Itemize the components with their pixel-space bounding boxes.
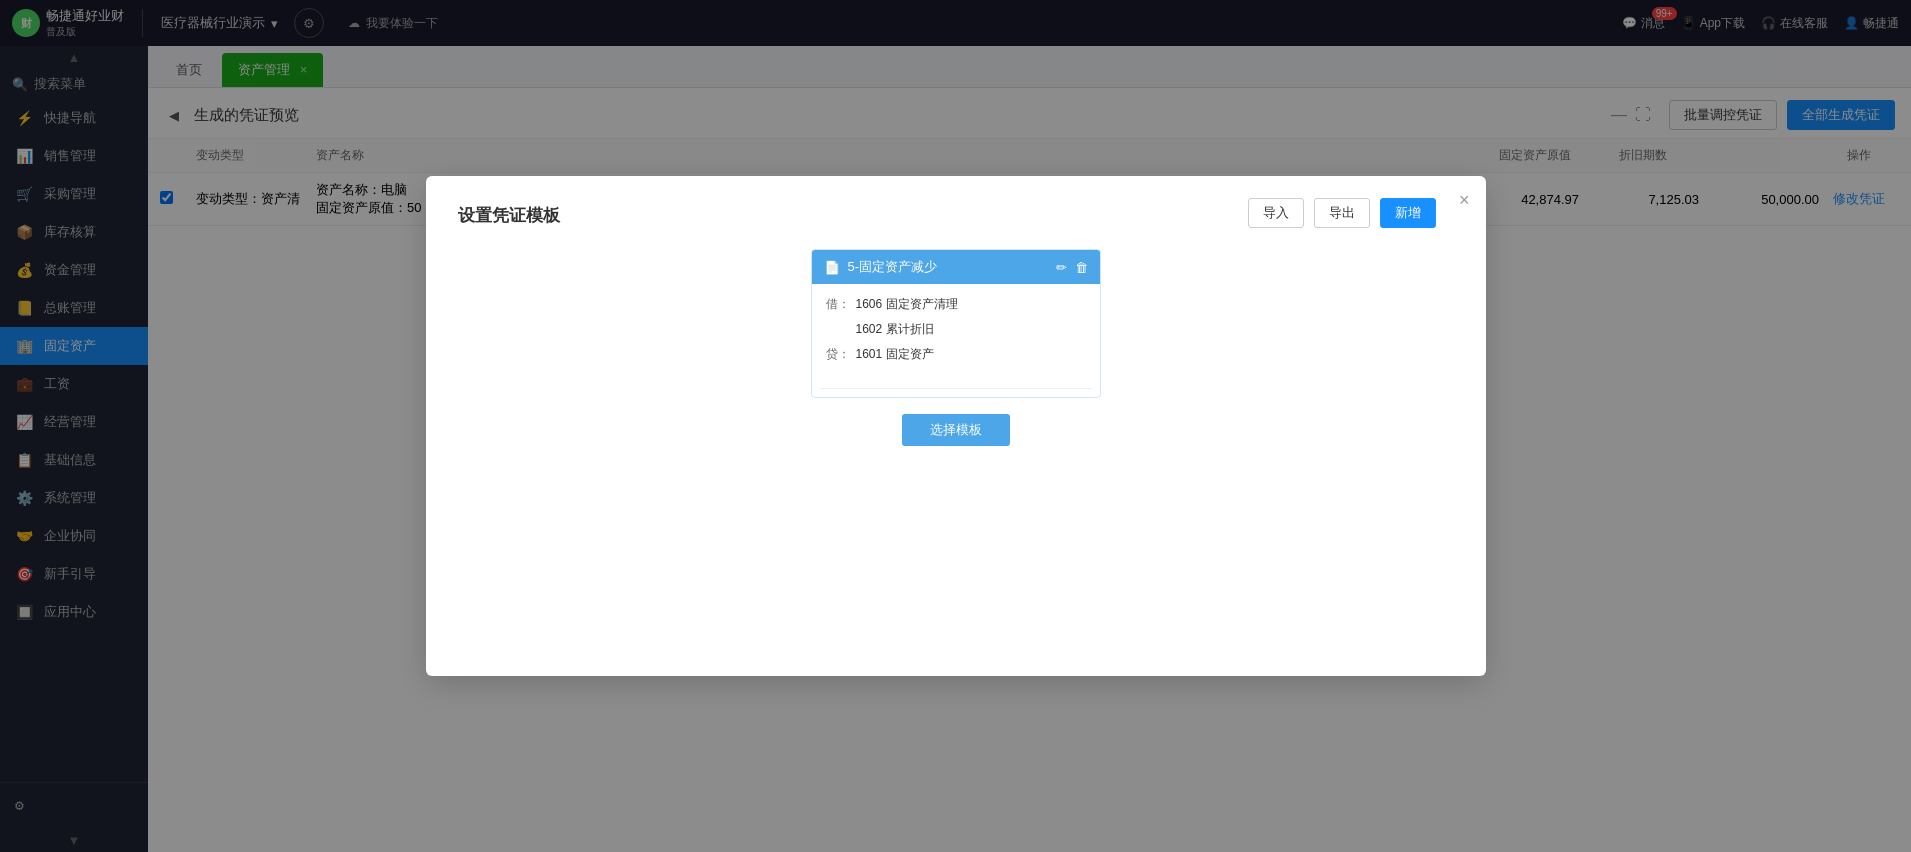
template-body: 借： 1606 固定资产清理 1602 累计折旧 贷： [812, 284, 1100, 397]
template-entry-3: 贷： 1601 固定资产 [820, 342, 1092, 367]
amount-col6 [1026, 346, 1086, 363]
modal-actions: 导入 导出 新增 [1248, 198, 1436, 228]
amount-col2 [1026, 296, 1086, 313]
modal-body: 📄 5-固定资产减少 ✏ 🗑 借： 1606 固定资产清理 [458, 249, 1454, 644]
template-list: 📄 5-固定资产减少 ✏ 🗑 借： 1606 固定资产清理 [458, 249, 1454, 644]
export-button[interactable]: 导出 [1314, 198, 1370, 228]
account-1602: 1602 累计折旧 [856, 321, 966, 338]
modal-close-button[interactable]: × [1459, 190, 1470, 211]
amount-col1 [966, 296, 1026, 313]
new-template-button[interactable]: 新增 [1380, 198, 1436, 228]
template-entry-1: 借： 1606 固定资产清理 [820, 292, 1092, 317]
amount-col5 [966, 346, 1026, 363]
modal-overlay[interactable]: × 设置凭证模板 导入 导出 新增 📄 5-固定资产减少 ✏ 🗑 [0, 0, 1911, 852]
template-card-header: 📄 5-固定资产减少 ✏ 🗑 [812, 250, 1100, 284]
debit-label: 借： [826, 296, 856, 313]
account-1606: 1606 固定资产清理 [856, 296, 966, 313]
voucher-template-modal: × 设置凭证模板 导入 导出 新增 📄 5-固定资产减少 ✏ 🗑 [426, 176, 1486, 676]
template-empty-row-1 [820, 367, 1092, 389]
template-doc-icon: 📄 [824, 260, 840, 275]
template-entry-2: 1602 累计折旧 [820, 317, 1092, 342]
delete-icon[interactable]: 🗑 [1075, 260, 1088, 275]
amount-col3 [966, 321, 1026, 338]
account-1601: 1601 固定资产 [856, 346, 966, 363]
edit-icon[interactable]: ✏ [1056, 260, 1067, 275]
card-actions: ✏ 🗑 [1056, 260, 1088, 275]
import-button[interactable]: 导入 [1248, 198, 1304, 228]
credit-label: 贷： [826, 346, 856, 363]
amount-col4 [1026, 321, 1086, 338]
select-template-button[interactable]: 选择模板 [902, 414, 1010, 446]
template-card-1[interactable]: 📄 5-固定资产减少 ✏ 🗑 借： 1606 固定资产清理 [811, 249, 1101, 398]
template-name: 5-固定资产减少 [848, 258, 938, 276]
blank-label [826, 321, 856, 338]
